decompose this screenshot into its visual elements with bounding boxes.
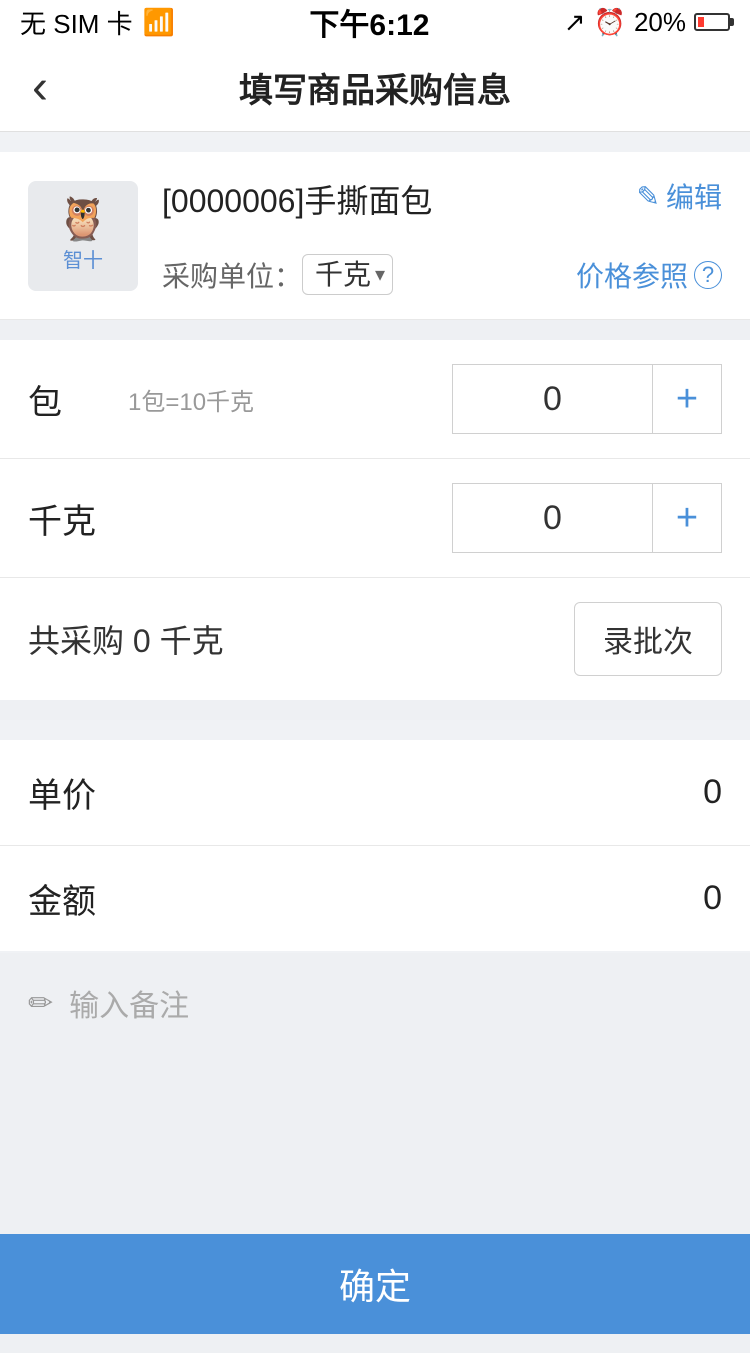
bao-input[interactable] (452, 364, 652, 434)
kg-plus-icon: + (676, 497, 698, 540)
no-sim-text: 无 SIM 卡 (20, 4, 133, 41)
batch-button[interactable]: 录批次 (574, 602, 722, 676)
unit-select-wrap[interactable]: 千克 包 (302, 254, 393, 295)
price-ref-button[interactable]: 价格参照 ? (576, 255, 722, 295)
total-row: 共采购 0 千克 录批次 (0, 578, 750, 700)
product-bottom-row: 采购单位： 千克 包 价格参照 ? (162, 254, 722, 295)
kg-plus-button[interactable]: + (652, 483, 722, 553)
product-card: 🦉 智十 [0000006]手撕面包 ✎ 编辑 采购单位： 千克 包 价格参照 … (0, 152, 750, 320)
status-bar: 无 SIM 卡 📶 下午6:12 ↗ ⏰ 20% (0, 0, 750, 44)
total-label: 共采购 0 千克 (28, 616, 574, 662)
brand-label: 智十 (63, 244, 103, 273)
batch-button-label: 录批次 (603, 626, 693, 659)
product-name: [0000006]手撕面包 (162, 176, 432, 222)
status-time: 下午6:12 (309, 0, 429, 44)
confirm-button-label: 确定 (339, 1258, 411, 1310)
kg-label: 千克 (28, 494, 108, 543)
status-left: 无 SIM 卡 📶 (20, 4, 175, 41)
battery-fill (698, 17, 704, 27)
status-right: ↗ ⏰ 20% (564, 7, 730, 38)
kg-row: 千克 + (0, 459, 750, 578)
quantity-section: 包 1包=10千克 + 千克 + (0, 340, 750, 578)
unit-price-value: 0 (703, 773, 722, 812)
page-title: 填写商品采购信息 (239, 63, 511, 112)
unit-price-row: 单价 0 (0, 740, 750, 846)
unit-price-label: 单价 (28, 768, 703, 817)
note-section[interactable]: ✏ 输入备注 (0, 953, 750, 1053)
section-divider-2 (0, 700, 750, 720)
edit-label: 编辑 (666, 176, 722, 216)
battery-icon (694, 13, 730, 31)
wifi-icon: 📶 (143, 7, 175, 38)
brand-owl-icon: 🦉 (57, 198, 109, 240)
bao-row: 包 1包=10千克 + (0, 340, 750, 459)
price-ref-label: 价格参照 (576, 255, 688, 295)
product-thumbnail: 🦉 智十 (28, 181, 138, 291)
section-divider-1 (0, 320, 750, 340)
unit-label: 采购单位： (162, 255, 302, 295)
bao-plus-button[interactable]: + (652, 364, 722, 434)
product-top-row: [0000006]手撕面包 ✎ 编辑 (162, 176, 722, 238)
edit-icon: ✎ (637, 180, 660, 213)
price-ref-icon: ? (694, 261, 722, 289)
kg-input-wrap: + (452, 483, 722, 553)
bao-sublabel: 1包=10千克 (128, 382, 254, 417)
unit-select[interactable]: 千克 包 (302, 254, 393, 295)
price-amount-section: 单价 0 金额 0 (0, 740, 750, 951)
back-icon: ‹ (32, 60, 48, 115)
pencil-icon: ✏ (28, 986, 53, 1021)
nav-bar: ‹ 填写商品采购信息 (0, 44, 750, 132)
note-placeholder[interactable]: 输入备注 (69, 981, 189, 1025)
location-icon: ↗ (564, 7, 586, 38)
kg-input[interactable] (452, 483, 652, 553)
amount-value: 0 (703, 879, 722, 918)
battery-pct: 20% (634, 7, 686, 38)
bao-input-wrap: + (452, 364, 722, 434)
amount-label: 金额 (28, 874, 703, 923)
amount-row: 金额 0 (0, 846, 750, 951)
bao-label: 包 (28, 375, 108, 424)
back-button[interactable]: ‹ (0, 60, 80, 115)
bao-plus-icon: + (676, 378, 698, 421)
edit-button[interactable]: ✎ 编辑 (637, 176, 722, 216)
alarm-icon: ⏰ (594, 7, 626, 38)
confirm-button[interactable]: 确定 (0, 1234, 750, 1334)
product-info: [0000006]手撕面包 ✎ 编辑 采购单位： 千克 包 价格参照 ? (162, 176, 722, 295)
